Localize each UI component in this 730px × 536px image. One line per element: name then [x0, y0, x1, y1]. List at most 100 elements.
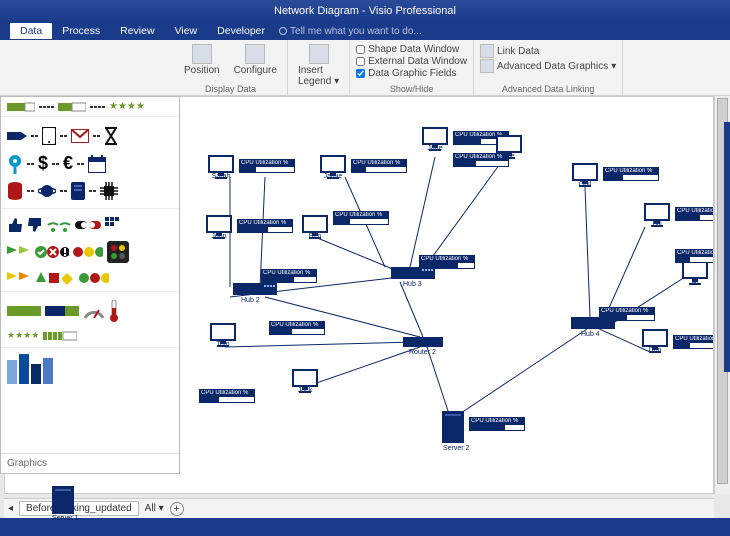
group-show-hide: Show/Hide [356, 84, 467, 94]
ribbon: Position Configure Display Data InsertLe… [0, 40, 730, 96]
node-ben[interactable]: Ben [297, 215, 333, 240]
status-bar [0, 518, 730, 536]
bar-green2-icon[interactable] [58, 102, 86, 112]
insert-legend-button[interactable]: InsertLegend ▾ [294, 42, 343, 89]
tag-server2: CPU Utilization % [469, 417, 525, 431]
bulb-icon [279, 27, 287, 35]
shapes-mix-icon[interactable] [35, 271, 75, 285]
phone-icon[interactable] [42, 127, 56, 145]
tell-me[interactable]: Tell me what you want to do... [279, 26, 422, 37]
planet-icon[interactable] [38, 182, 56, 200]
bar-b-icon[interactable] [45, 305, 79, 317]
grid-blue-icon[interactable] [105, 217, 127, 233]
tag-gail: CPU Utilization % [603, 167, 659, 181]
tab-process[interactable]: Process [52, 23, 110, 39]
position-button[interactable]: Position [180, 42, 224, 78]
configure-icon [245, 44, 265, 64]
node-jane[interactable]: Jane [417, 127, 453, 152]
chip-icon[interactable] [100, 182, 118, 200]
shape-data-window-checkbox[interactable]: Shape Data Window [356, 44, 459, 55]
status-icons[interactable] [35, 245, 69, 259]
position-icon [192, 44, 212, 64]
euro-icon[interactable]: € [63, 153, 73, 174]
column-chart-icon[interactable] [7, 354, 57, 384]
sheet-tab-bar: ◂ Before Linking_updated All ▾ + [4, 498, 714, 518]
shapes-panel[interactable]: ★★★★ $ € [0, 96, 180, 474]
tag-joe: CPU Utilization % [453, 153, 509, 167]
link-data-button[interactable]: Link Data [480, 44, 539, 58]
nav-first-icon[interactable]: ◂ [8, 503, 13, 514]
stars2-icon[interactable]: ★★★★ [7, 330, 39, 341]
node-tom[interactable]: Tom [205, 323, 241, 348]
traffic-light-icon[interactable] [107, 241, 129, 263]
node-server1[interactable]: Server 1 [52, 486, 78, 522]
flags-yellow-icon[interactable] [7, 272, 31, 284]
dots2-icon[interactable] [79, 272, 109, 284]
tab-blank[interactable] [2, 29, 10, 33]
node-gail[interactable]: Gail [567, 163, 603, 188]
wifi-green-icon[interactable] [47, 217, 71, 233]
node-router2[interactable] [403, 337, 443, 347]
side-pane-hint[interactable] [724, 122, 730, 372]
dash-icon[interactable] [39, 106, 54, 108]
tag-bill: CPU Utilization % [675, 207, 714, 221]
dollar-icon[interactable]: $ [38, 153, 48, 174]
tag-john: CPU Utilization % [237, 219, 293, 233]
database-icon[interactable] [7, 182, 23, 200]
group-display-data: Display Data [180, 84, 281, 94]
pin-icon[interactable] [7, 154, 23, 174]
stars-icon[interactable]: ★★★★ [109, 101, 145, 112]
link-data-icon [480, 44, 494, 58]
hourglass-icon[interactable] [104, 127, 118, 145]
advanced-data-graphics-button[interactable]: Advanced Data Graphics ▾ [480, 59, 616, 73]
tab-review[interactable]: Review [110, 23, 164, 39]
external-data-window-checkbox[interactable]: External Data Window [356, 56, 467, 67]
node-jamie[interactable]: Jamie [315, 155, 351, 180]
node-hub2[interactable] [233, 283, 277, 295]
node-al[interactable]: Al [677, 261, 713, 286]
tab-view[interactable]: View [165, 23, 208, 39]
node-sarah[interactable]: Sarah [203, 155, 239, 180]
toggle-icons[interactable] [75, 219, 101, 231]
adv-graphics-icon [480, 59, 494, 73]
node-server2[interactable] [442, 411, 464, 443]
tag-sarah: CPU Utilization % [239, 159, 295, 173]
tab-developer[interactable]: Developer [207, 23, 275, 39]
tab-data[interactable]: Data [10, 23, 52, 39]
tag-hub3: CPU Utilization % [419, 255, 475, 269]
node-john[interactable]: John [201, 215, 237, 240]
mail-icon[interactable] [71, 129, 89, 143]
gauge-icon[interactable] [83, 302, 105, 320]
data-graphic-fields-checkbox[interactable]: Data Graphic Fields [356, 68, 456, 79]
node-jack[interactable]: Jack [287, 369, 323, 394]
group-advanced-linking: Advanced Data Linking [480, 84, 616, 94]
flags-green-icon[interactable] [7, 246, 31, 258]
graphics-category[interactable]: Graphics [1, 453, 179, 473]
configure-button[interactable]: Configure [230, 42, 281, 78]
thumb-up-icon[interactable] [7, 217, 23, 233]
dashbar-icon[interactable] [43, 331, 77, 341]
calendar-icon[interactable] [88, 155, 106, 173]
tag-ben: CPU Utilization % [333, 211, 389, 225]
node-bill[interactable]: Bill [639, 203, 675, 228]
bar-green-icon[interactable] [7, 102, 35, 112]
dash-icon[interactable] [90, 106, 105, 108]
legend-icon [309, 44, 329, 64]
tag-hub2: CPU Utilization % [261, 269, 317, 283]
tag-al: CPU Utilization % [675, 249, 714, 263]
node-don[interactable]: Don [637, 329, 673, 354]
thumb-down-icon[interactable] [27, 217, 43, 233]
tag-icon[interactable] [7, 128, 27, 144]
add-sheet-button[interactable]: + [170, 502, 184, 516]
menu-bar: Data Process Review View Developer Tell … [0, 22, 730, 40]
sheet-tab[interactable]: Before Linking_updated [19, 501, 139, 516]
app-title: Network Diagram - Visio Professional [274, 5, 456, 17]
sheet-filter[interactable]: All ▾ [145, 503, 164, 514]
device-icon[interactable] [71, 182, 85, 200]
tag-jack: CPU Utilization % [199, 389, 255, 403]
bar-a-icon[interactable] [7, 305, 41, 317]
thermometer-icon[interactable] [109, 300, 119, 322]
dots-color-icon[interactable] [73, 246, 103, 258]
title-bar: Network Diagram - Visio Professional [0, 0, 730, 22]
tag-tom: CPU Utilization % [269, 321, 325, 335]
